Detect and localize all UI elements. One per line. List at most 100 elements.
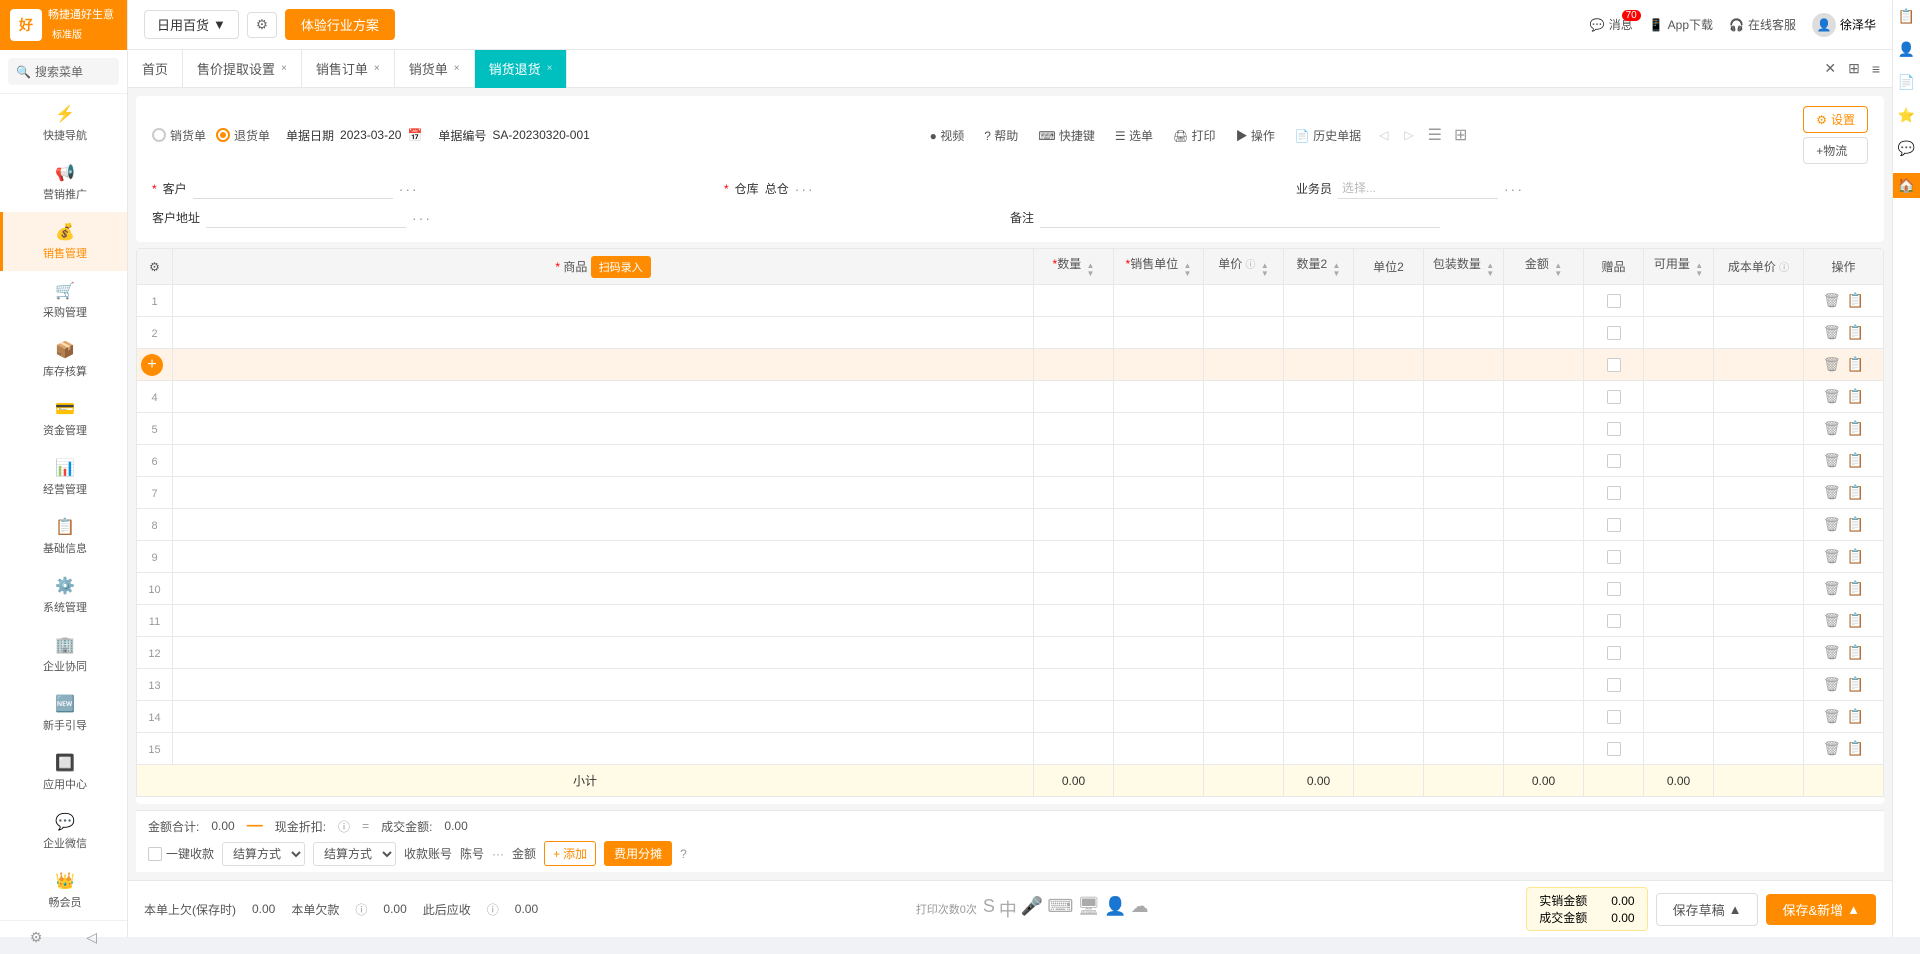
cost-cell[interactable] xyxy=(1714,381,1804,413)
radio-sales[interactable]: 销货单 xyxy=(152,127,206,144)
table-row[interactable]: 4 🗑 📋 xyxy=(137,381,1884,413)
amount-cell[interactable] xyxy=(1504,509,1584,541)
available-cell[interactable] xyxy=(1644,445,1714,477)
unit-cell[interactable] xyxy=(1114,541,1204,573)
product-cell[interactable] xyxy=(173,573,1034,605)
qty2-cell[interactable] xyxy=(1284,285,1354,317)
available-cell[interactable] xyxy=(1644,669,1714,701)
qty-cell[interactable] xyxy=(1034,445,1114,477)
search-button[interactable]: 🔍 搜索菜单 xyxy=(8,58,119,85)
right-icon-chat[interactable]: 💬 xyxy=(1898,140,1915,157)
unit-cell[interactable] xyxy=(1114,573,1204,605)
amount-cell[interactable] xyxy=(1504,733,1584,765)
qty-cell[interactable] xyxy=(1034,541,1114,573)
help-btn[interactable]: ? 帮助 xyxy=(978,125,1024,146)
table-row[interactable]: 8 🗑 📋 xyxy=(137,509,1884,541)
table-row[interactable]: 1 🗑 📋 xyxy=(137,285,1884,317)
tab-return-close[interactable]: × xyxy=(547,63,553,74)
gift-checkbox[interactable] xyxy=(1588,550,1639,564)
unit2-cell[interactable] xyxy=(1354,733,1424,765)
copy-icon[interactable]: 📋 xyxy=(1847,676,1864,693)
customer-dots[interactable]: ··· xyxy=(399,181,419,197)
unit2-cell[interactable] xyxy=(1354,381,1424,413)
copy-icon[interactable]: 📋 xyxy=(1847,612,1864,629)
gift-checkbox[interactable] xyxy=(1588,486,1639,500)
cost-cell[interactable] xyxy=(1714,605,1804,637)
available-cell[interactable] xyxy=(1644,701,1714,733)
pkg-cell[interactable] xyxy=(1424,349,1504,381)
add-payment-btn[interactable]: + 添加 xyxy=(544,841,596,866)
topbar-gear-btn[interactable]: ⚙ xyxy=(247,12,277,38)
copy-icon[interactable]: 📋 xyxy=(1847,516,1864,533)
qty-cell[interactable] xyxy=(1034,477,1114,509)
copy-icon[interactable]: 📋 xyxy=(1847,420,1864,437)
qty2-cell[interactable] xyxy=(1284,349,1354,381)
price-cell[interactable] xyxy=(1204,413,1284,445)
history-btn[interactable]: 📄 历史单据 xyxy=(1289,125,1367,146)
unit-cell[interactable] xyxy=(1114,349,1204,381)
qty2-cell[interactable] xyxy=(1284,445,1354,477)
expense-split-btn[interactable]: 费用分摊 xyxy=(604,841,672,866)
pkg-cell[interactable] xyxy=(1424,509,1504,541)
pkg-cell[interactable] xyxy=(1424,733,1504,765)
pkg-cell[interactable] xyxy=(1424,669,1504,701)
gift-cell[interactable] xyxy=(1584,541,1644,573)
unit2-cell[interactable] xyxy=(1354,669,1424,701)
gift-checkbox[interactable] xyxy=(1588,710,1639,724)
amount-cell[interactable] xyxy=(1504,381,1584,413)
cost-cell[interactable] xyxy=(1714,541,1804,573)
industry-select[interactable]: 日用百货 ▼ xyxy=(144,10,239,39)
table-row[interactable]: 12 🗑 📋 xyxy=(137,637,1884,669)
price-sort[interactable]: ▲▼ xyxy=(1261,262,1269,278)
note-input[interactable] xyxy=(1040,207,1440,228)
pkg-cell[interactable] xyxy=(1424,413,1504,445)
qty2-cell[interactable] xyxy=(1284,637,1354,669)
calc-select[interactable]: 结算方式 xyxy=(313,842,396,866)
address-dots[interactable]: ··· xyxy=(412,210,432,226)
sidebar-item-member[interactable]: 👑 畅会员 xyxy=(0,861,127,920)
calendar-icon[interactable]: 📅 xyxy=(407,128,422,142)
qty-cell[interactable] xyxy=(1034,605,1114,637)
product-cell[interactable] xyxy=(173,509,1034,541)
unit-cell[interactable] xyxy=(1114,445,1204,477)
gift-checkbox[interactable] xyxy=(1588,742,1639,756)
price-cell[interactable] xyxy=(1204,285,1284,317)
delete-icon[interactable]: 🗑 xyxy=(1823,292,1841,309)
available-sort[interactable]: ▲▼ xyxy=(1695,262,1703,278)
sidebar-item-finance[interactable]: 💳 资金管理 xyxy=(0,389,127,448)
available-cell[interactable] xyxy=(1644,317,1714,349)
price-cell[interactable] xyxy=(1204,637,1284,669)
tab-return[interactable]: 销货退货 × xyxy=(475,50,568,88)
sidebar-item-operations[interactable]: 📊 经营管理 xyxy=(0,448,127,507)
amount-cell[interactable] xyxy=(1504,445,1584,477)
message-btn[interactable]: 💬 消息 70 xyxy=(1590,16,1633,33)
qty2-cell[interactable] xyxy=(1284,509,1354,541)
unit2-cell[interactable] xyxy=(1354,701,1424,733)
gear-icon[interactable]: ⚙ xyxy=(149,260,160,274)
cost-cell[interactable] xyxy=(1714,637,1804,669)
table-row[interactable]: 9 🗑 📋 xyxy=(137,541,1884,573)
product-cell[interactable] xyxy=(173,733,1034,765)
gift-cell[interactable] xyxy=(1584,349,1644,381)
unit2-cell[interactable] xyxy=(1354,317,1424,349)
gift-cell[interactable] xyxy=(1584,381,1644,413)
pkg-cell[interactable] xyxy=(1424,541,1504,573)
unit-cell[interactable] xyxy=(1114,605,1204,637)
qty-cell[interactable] xyxy=(1034,285,1114,317)
address-input[interactable] xyxy=(206,207,406,228)
table-row[interactable]: 2 🗑 📋 xyxy=(137,317,1884,349)
price-cell[interactable] xyxy=(1204,605,1284,637)
available-cell[interactable] xyxy=(1644,477,1714,509)
gift-cell[interactable] xyxy=(1584,605,1644,637)
amount-cell[interactable] xyxy=(1504,701,1584,733)
qty2-cell[interactable] xyxy=(1284,605,1354,637)
amount-sort[interactable]: ▲▼ xyxy=(1554,262,1562,278)
gift-checkbox[interactable] xyxy=(1588,518,1639,532)
amount-cell[interactable] xyxy=(1504,285,1584,317)
gift-checkbox[interactable] xyxy=(1588,326,1639,340)
unit-cell[interactable] xyxy=(1114,509,1204,541)
product-input[interactable] xyxy=(177,357,1029,372)
amount-cell[interactable] xyxy=(1504,605,1584,637)
delete-icon[interactable]: 🗑 xyxy=(1823,708,1841,725)
tab-price-settings[interactable]: 售价提取设置 × xyxy=(183,50,302,88)
